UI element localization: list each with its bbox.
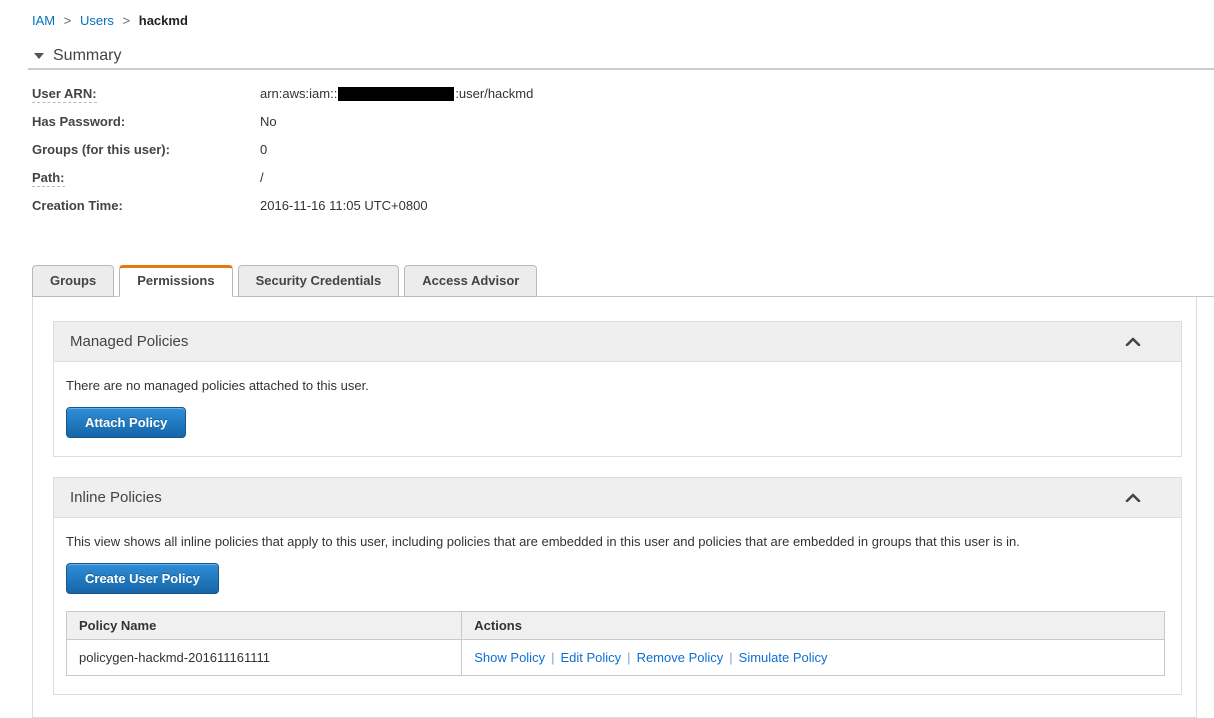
field-label-has-password-wrap: Has Password: [32,114,260,130]
summary-divider [28,68,1214,70]
action-separator: | [551,650,555,665]
field-value-groups: 0 [260,142,268,157]
field-row-user-arn: User ARN: arn:aws:iam:::user/hackmd [32,86,1214,103]
field-label-creation-time: Creation Time: [32,198,123,213]
collapse-triangle-icon [34,53,44,59]
managed-policies-body: There are no managed policies attached t… [54,362,1181,456]
field-value-user-arn: arn:aws:iam:::user/hackmd [260,86,533,102]
show-policy-link[interactable]: Show Policy [474,650,545,665]
field-row-path: Path: / [32,170,1214,187]
field-label-groups-wrap: Groups (for this user): [32,142,260,158]
inline-policies-title: Inline Policies [70,489,162,506]
field-label-path-wrap: Path: [32,170,260,187]
chevron-up-icon[interactable] [1125,493,1141,502]
attach-policy-button[interactable]: Attach Policy [66,407,187,438]
tab-access-advisor[interactable]: Access Advisor [404,265,538,297]
field-row-has-password: Has Password: No [32,114,1214,130]
table-row: policygen-hackmd-201611161111 Show Polic… [65,639,1165,676]
table-header-row: Policy Name Actions [65,611,1165,640]
managed-policies-header[interactable]: Managed Policies [54,322,1181,362]
tab-permissions[interactable]: Permissions [119,265,233,297]
managed-policies-title: Managed Policies [70,333,189,350]
field-value-path: / [260,170,264,185]
breadcrumb-current-user: hackmd [138,13,188,28]
inline-policies-header[interactable]: Inline Policies [54,478,1181,518]
field-row-groups: Groups (for this user): 0 [32,142,1214,158]
tab-bar: Groups Permissions Security Credentials … [32,265,1214,297]
inline-policies-description: This view shows all inline policies that… [66,534,1020,549]
arn-suffix: :user/hackmd [455,86,534,101]
field-label-groups: Groups (for this user): [32,142,170,157]
simulate-policy-link[interactable]: Simulate Policy [739,650,828,665]
field-label-creation-time-wrap: Creation Time: [32,198,260,214]
tab-security-credentials[interactable]: Security Credentials [237,265,400,297]
action-separator: | [729,650,733,665]
column-header-actions: Actions [461,611,1165,640]
field-row-creation-time: Creation Time: 2016-11-16 11:05 UTC+0800 [32,198,1214,214]
breadcrumb-link-users[interactable]: Users [80,13,114,28]
tab-groups[interactable]: Groups [32,265,115,297]
field-label-user-arn[interactable]: User ARN: [32,86,97,103]
field-label-has-password: Has Password: [32,114,126,129]
breadcrumb: IAM > Users > hackmd [0,0,1214,29]
inline-policies-table: Policy Name Actions policygen-hackmd-201… [65,611,1165,676]
policy-name-cell: policygen-hackmd-201611161111 [65,639,463,676]
redacted-account-id [338,87,455,101]
create-user-policy-button[interactable]: Create User Policy [66,563,219,594]
field-value-creation-time: 2016-11-16 11:05 UTC+0800 [260,198,428,213]
inline-policies-body: This view shows all inline policies that… [54,518,1181,694]
managed-policies-empty-text: There are no managed policies attached t… [66,378,369,393]
column-header-policy-name: Policy Name [65,611,463,640]
edit-policy-link[interactable]: Edit Policy [560,650,621,665]
summary-title: Summary [53,47,122,64]
inline-policies-section: Inline Policies This view shows all inli… [53,477,1182,695]
chevron-up-icon[interactable] [1125,337,1141,346]
action-separator: | [627,650,631,665]
iam-user-detail-page: { "breadcrumb": { "separator": ">", "ite… [0,0,1214,718]
arn-prefix: arn:aws:iam:: [260,86,338,101]
field-label-user-arn-wrap: User ARN: [32,86,260,103]
breadcrumb-separator: > [122,13,131,28]
remove-policy-link[interactable]: Remove Policy [637,650,724,665]
breadcrumb-separator: > [63,13,72,28]
policy-actions-cell: Show Policy | Edit Policy | Remove Policy | Si… [461,639,1165,676]
breadcrumb-link-iam[interactable]: IAM [32,13,55,28]
summary-section-toggle[interactable]: Summary [34,46,174,66]
summary-fields: User ARN: arn:aws:iam:::user/hackmd Has … [32,86,1214,214]
field-label-path[interactable]: Path: [32,170,65,187]
field-value-has-password: No [260,114,277,129]
managed-policies-section: Managed Policies There are no managed po… [53,321,1182,457]
permissions-tab-panel: Managed Policies There are no managed po… [32,297,1197,718]
